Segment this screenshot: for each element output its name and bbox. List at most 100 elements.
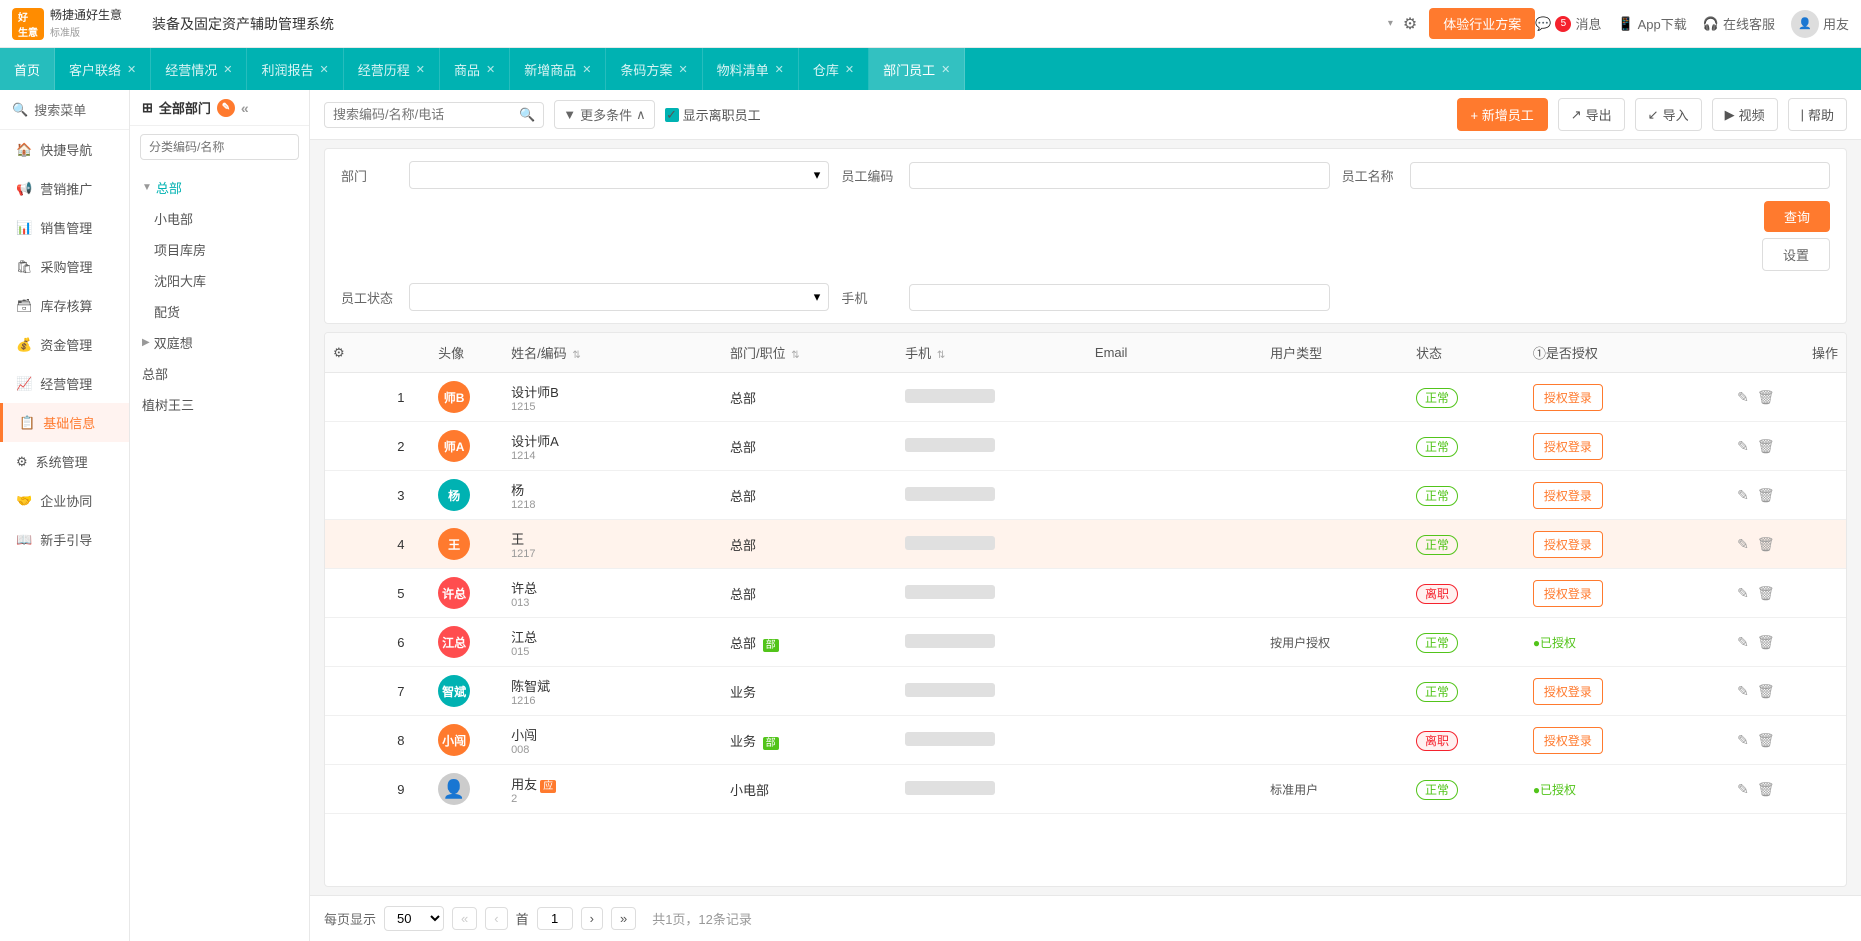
close-icon[interactable]: ✕ xyxy=(127,63,136,76)
sidebar-item-finance[interactable]: 💰 资金管理 xyxy=(0,325,129,364)
tab-customer[interactable]: 客户联络 ✕ xyxy=(55,48,151,90)
empname-filter-input[interactable] xyxy=(1410,162,1830,189)
delete-icon[interactable]: 🗑 xyxy=(1757,781,1775,798)
auth-login-button[interactable]: 授权登录 xyxy=(1533,678,1603,705)
tab-warehouse[interactable]: 仓库 ✕ xyxy=(799,48,869,90)
tab-add-goods[interactable]: 新增商品 ✕ xyxy=(510,48,606,90)
first-page-button[interactable]: « xyxy=(452,907,477,930)
close-icon[interactable]: ✕ xyxy=(320,63,329,76)
dept-node-peihuo[interactable]: 配货 xyxy=(130,296,309,327)
close-icon[interactable]: ✕ xyxy=(416,63,425,76)
close-icon[interactable]: ✕ xyxy=(582,63,591,76)
video-button[interactable]: ▶ 视频 xyxy=(1712,98,1778,131)
close-icon[interactable]: ✕ xyxy=(775,63,784,76)
auth-login-button[interactable]: 授权登录 xyxy=(1533,727,1603,754)
auth-login-button[interactable]: 授权登录 xyxy=(1533,531,1603,558)
service-button[interactable]: 🎧 在线客服 xyxy=(1703,14,1775,33)
dept-edit-badge[interactable]: ✎ xyxy=(217,99,235,117)
col-settings[interactable]: ⚙ xyxy=(325,333,372,373)
dept-node-zongbu-parent[interactable]: ▼ 总部 xyxy=(130,172,309,203)
sidebar-item-sales[interactable]: 📊 销售管理 xyxy=(0,208,129,247)
tab-dept-employee[interactable]: 部门员工 ✕ xyxy=(869,48,965,90)
col-phone-header[interactable]: 手机 ⇅ xyxy=(897,333,1087,373)
search-menu-button[interactable]: 🔍 搜索菜单 xyxy=(0,90,129,130)
sidebar-item-inventory[interactable]: 🗃 库存核算 xyxy=(0,286,129,325)
set-button[interactable]: 设置 xyxy=(1762,238,1830,271)
add-employee-button[interactable]: + 新增员工 xyxy=(1457,98,1548,131)
system-dropdown-arrow[interactable]: ▾ xyxy=(1388,18,1393,29)
dept-node-xiaodian[interactable]: 小电部 xyxy=(130,203,309,234)
settings-icon[interactable]: ⚙ xyxy=(1403,14,1417,34)
dept-node-zongbu[interactable]: 总部 xyxy=(130,358,309,389)
next-page-button[interactable]: › xyxy=(581,907,603,930)
delete-icon[interactable]: 🗑 xyxy=(1757,634,1775,651)
close-icon[interactable]: ✕ xyxy=(486,63,495,76)
edit-icon[interactable]: ✎ xyxy=(1737,781,1749,798)
dept-search-input[interactable] xyxy=(140,134,299,160)
edit-icon[interactable]: ✎ xyxy=(1737,683,1749,700)
message-button[interactable]: 💬 5 消息 xyxy=(1535,14,1601,33)
delete-icon[interactable]: 🗑 xyxy=(1757,683,1775,700)
empstatus-filter-select[interactable]: ▾ xyxy=(409,283,829,311)
query-button[interactable]: 查询 xyxy=(1764,201,1830,232)
user-button[interactable]: 👤 用友 xyxy=(1791,10,1849,38)
last-page-button[interactable]: » xyxy=(611,907,636,930)
dept-node-zhishu[interactable]: 植树王三 xyxy=(130,389,309,420)
delete-icon[interactable]: 🗑 xyxy=(1757,536,1775,553)
edit-icon[interactable]: ✎ xyxy=(1737,438,1749,455)
delete-icon[interactable]: 🗑 xyxy=(1757,732,1775,749)
sidebar-item-guide[interactable]: 📖 新手引导 xyxy=(0,520,129,559)
export-button[interactable]: ↗ 导出 xyxy=(1558,98,1625,131)
dept-all-button[interactable]: ⊞ 全部部门 ✎ « xyxy=(130,90,309,126)
tab-operation[interactable]: 经营情况 ✕ xyxy=(151,48,247,90)
edit-icon[interactable]: ✎ xyxy=(1737,487,1749,504)
edit-icon[interactable]: ✎ xyxy=(1737,585,1749,602)
sidebar-item-purchase[interactable]: 🛍 采购管理 xyxy=(0,247,129,286)
close-icon[interactable]: ✕ xyxy=(941,63,950,76)
tab-bom[interactable]: 物料清单 ✕ xyxy=(703,48,799,90)
page-number-input[interactable] xyxy=(537,907,573,930)
help-button[interactable]: | 帮助 xyxy=(1788,98,1847,131)
auth-login-button[interactable]: 授权登录 xyxy=(1533,433,1603,460)
sidebar-item-coop[interactable]: 🤝 企业协同 xyxy=(0,481,129,520)
delete-icon[interactable]: 🗑 xyxy=(1757,487,1775,504)
tab-home[interactable]: 首页 xyxy=(0,48,55,90)
close-icon[interactable]: ✕ xyxy=(845,63,854,76)
dept-node-shuangtingxiang[interactable]: ▶ 双庭想 xyxy=(130,327,309,358)
import-button[interactable]: ↙ 导入 xyxy=(1635,98,1702,131)
delete-icon[interactable]: 🗑 xyxy=(1757,438,1775,455)
edit-icon[interactable]: ✎ xyxy=(1737,536,1749,553)
trial-button[interactable]: 体验行业方案 xyxy=(1429,8,1535,39)
prev-page-button[interactable]: ‹ xyxy=(485,907,507,930)
tab-history[interactable]: 经营历程 ✕ xyxy=(344,48,440,90)
per-page-select[interactable]: 50 100 200 xyxy=(384,906,444,931)
edit-icon[interactable]: ✎ xyxy=(1737,389,1749,406)
col-name-header[interactable]: 姓名/编码 ⇅ xyxy=(503,333,722,373)
tab-barcode[interactable]: 条码方案 ✕ xyxy=(606,48,702,90)
sidebar-item-operation[interactable]: 📈 经营管理 xyxy=(0,364,129,403)
dept-filter-select[interactable]: ▾ xyxy=(409,161,829,189)
phone-filter-input[interactable] xyxy=(909,284,1329,311)
app-download-button[interactable]: 📱 App下载 xyxy=(1617,14,1686,33)
col-dept-header[interactable]: 部门/职位 ⇅ xyxy=(722,333,897,373)
sidebar-item-marketing[interactable]: 📢 营销推广 xyxy=(0,169,129,208)
more-filter-button[interactable]: ▼ 更多条件 ∧ xyxy=(554,100,654,129)
collapse-icon[interactable]: « xyxy=(241,100,249,116)
auth-login-button[interactable]: 授权登录 xyxy=(1533,580,1603,607)
sidebar-item-basic[interactable]: 📋 基础信息 xyxy=(0,403,129,442)
search-icon[interactable]: 🔍 xyxy=(519,107,535,123)
sidebar-item-quicknav[interactable]: 🏠 快捷导航 xyxy=(0,130,129,169)
search-input[interactable] xyxy=(333,107,513,122)
close-icon[interactable]: ✕ xyxy=(223,63,232,76)
show-resigned-checkbox[interactable]: ✓ 显示离职员工 xyxy=(665,105,761,124)
auth-login-button[interactable]: 授权登录 xyxy=(1533,384,1603,411)
auth-login-button[interactable]: 授权登录 xyxy=(1533,482,1603,509)
delete-icon[interactable]: 🗑 xyxy=(1757,585,1775,602)
dept-node-project[interactable]: 项目库房 xyxy=(130,234,309,265)
dept-node-shenyang[interactable]: 沈阳大库 xyxy=(130,265,309,296)
empcode-filter-input[interactable] xyxy=(909,162,1329,189)
tab-goods[interactable]: 商品 ✕ xyxy=(440,48,510,90)
delete-icon[interactable]: 🗑 xyxy=(1757,389,1775,406)
close-icon[interactable]: ✕ xyxy=(678,63,687,76)
tab-profit[interactable]: 利润报告 ✕ xyxy=(247,48,343,90)
